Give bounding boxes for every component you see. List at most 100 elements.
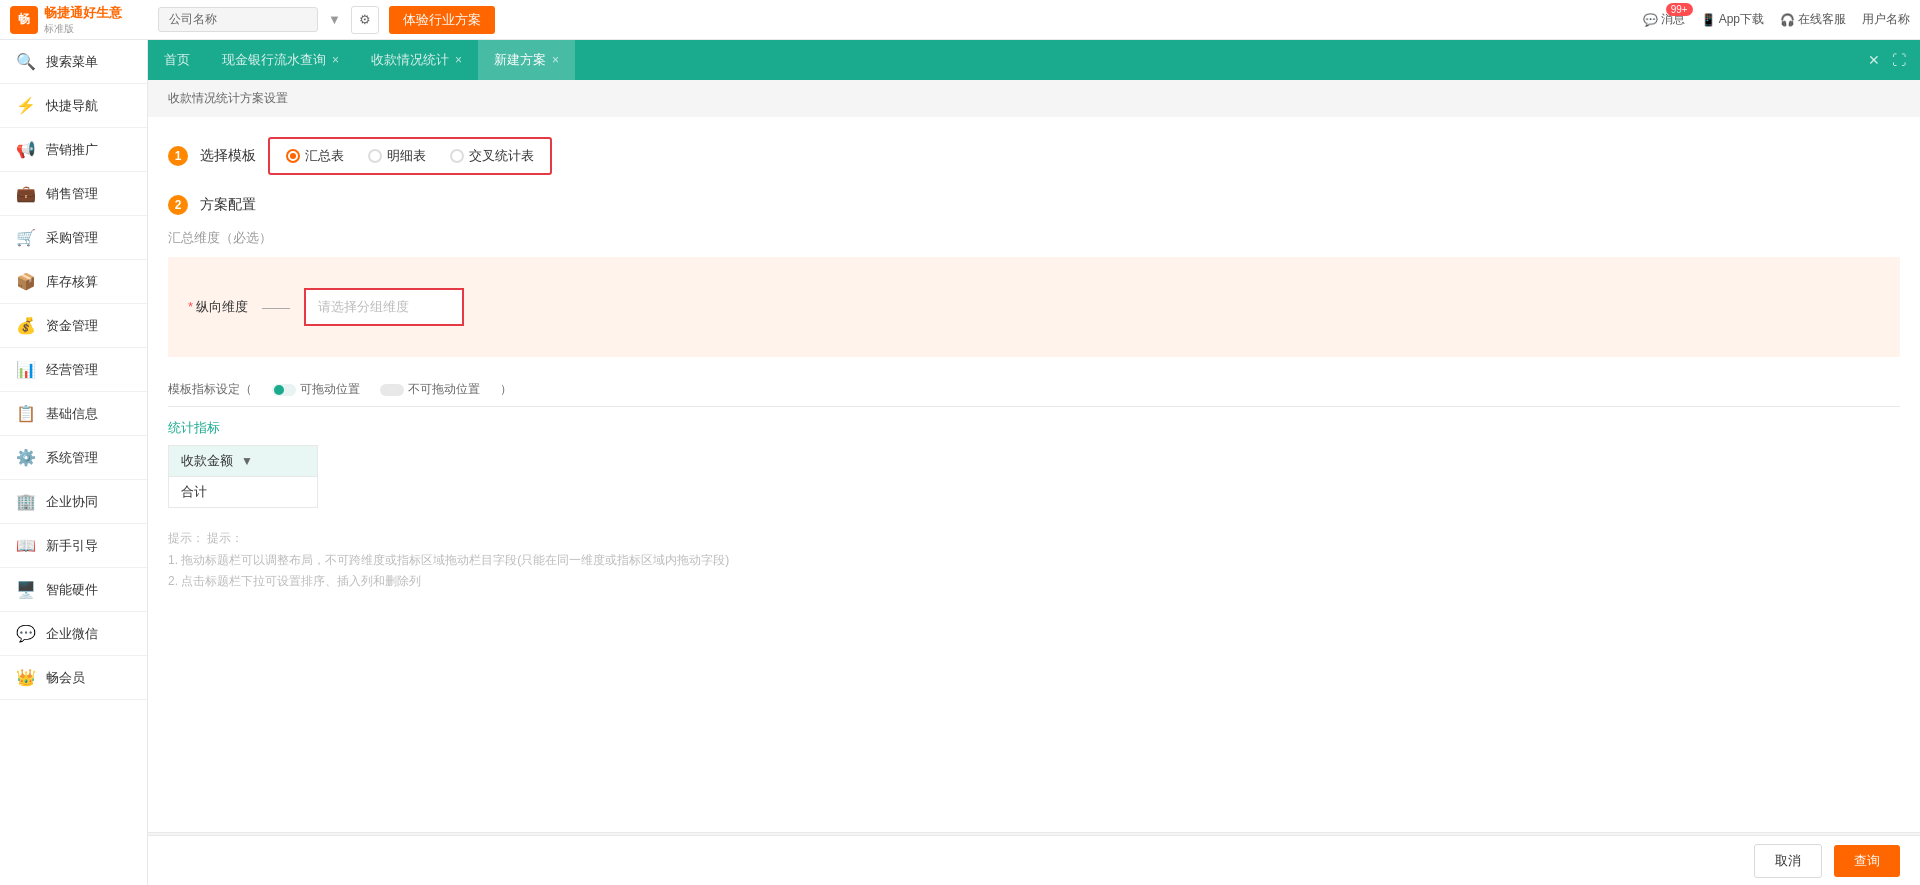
notification-button[interactable]: 💬 消息 99+ bbox=[1643, 11, 1685, 28]
tab-cashflow[interactable]: 现金银行流水查询 × bbox=[206, 40, 355, 80]
system-icon: ⚙️ bbox=[16, 448, 36, 467]
section2: 2 方案配置 汇总维度（必选） 纵向维度 —— 请选择分组维度 bbox=[168, 195, 1900, 593]
sidebar-item-basic-info[interactable]: 📋 基础信息 bbox=[0, 392, 147, 436]
sidebar-item-hardware[interactable]: 🖥️ 智能硬件 bbox=[0, 568, 147, 612]
tab-new-plan-label: 新建方案 bbox=[494, 51, 546, 69]
sidebar-item-search[interactable]: 🔍 搜索菜单 bbox=[0, 40, 147, 84]
no-drag-indicator-icon bbox=[380, 384, 404, 396]
tab-receipts-close[interactable]: × bbox=[455, 54, 462, 66]
radio-detail[interactable]: 明细表 bbox=[368, 147, 426, 165]
sidebar-item-purchase[interactable]: 🛒 采购管理 bbox=[0, 216, 147, 260]
sidebar-item-system[interactable]: ⚙️ 系统管理 bbox=[0, 436, 147, 480]
sidebar-item-wechat[interactable]: 💬 企业微信 bbox=[0, 612, 147, 656]
drag-dot bbox=[274, 385, 284, 395]
member-icon: 👑 bbox=[16, 668, 36, 687]
vertical-dim-row: 纵向维度 —— 请选择分组维度 bbox=[188, 288, 464, 326]
sidebar-label-inventory: 库存核算 bbox=[46, 273, 98, 291]
logo-icon: 畅 bbox=[10, 6, 38, 34]
section2-header: 2 方案配置 bbox=[168, 195, 1900, 215]
sidebar-item-marketing[interactable]: 📢 营销推广 bbox=[0, 128, 147, 172]
download-button[interactable]: 📱 App下载 bbox=[1701, 11, 1764, 28]
sidebar-label-finance: 资金管理 bbox=[46, 317, 98, 335]
notification-badge: 99+ bbox=[1666, 3, 1693, 16]
section1-number: 1 bbox=[168, 146, 188, 166]
breadcrumb: 收款情况统计方案设置 bbox=[148, 80, 1920, 117]
radio-crosstab-label: 交叉统计表 bbox=[469, 147, 534, 165]
sidebar-label-member: 畅会员 bbox=[46, 669, 85, 687]
tab-new-plan[interactable]: 新建方案 × bbox=[478, 40, 575, 80]
download-label: App下载 bbox=[1719, 11, 1764, 28]
radio-crosstab[interactable]: 交叉统计表 bbox=[450, 147, 534, 165]
tab-home-label: 首页 bbox=[164, 51, 190, 69]
dimension-area: 汇总维度（必选） 纵向维度 —— 请选择分组维度 bbox=[168, 229, 1900, 357]
sidebar-label-marketing: 营销推广 bbox=[46, 141, 98, 159]
finance-icon: 💰 bbox=[16, 316, 36, 335]
sidebar-label-hardware: 智能硬件 bbox=[46, 581, 98, 599]
tab-close-all-icon[interactable]: ✕ bbox=[1866, 50, 1882, 70]
logo-text: 畅捷通好生意 bbox=[44, 4, 122, 22]
sidebar-label-purchase: 采购管理 bbox=[46, 229, 98, 247]
metrics-table: 收款金额 ▼ 合计 bbox=[168, 445, 318, 508]
vertical-dim-label: 纵向维度 bbox=[188, 298, 248, 316]
draggable-badge: 可拖动位置 bbox=[272, 381, 360, 398]
sidebar-item-sales[interactable]: 💼 销售管理 bbox=[0, 172, 147, 216]
lightning-icon: ⚡ bbox=[16, 96, 36, 115]
radio-detail-label: 明细表 bbox=[387, 147, 426, 165]
radio-summary-label: 汇总表 bbox=[305, 147, 344, 165]
metrics-col-dropdown-icon[interactable]: ▼ bbox=[241, 454, 253, 468]
query-button[interactable]: 查询 bbox=[1834, 845, 1900, 877]
section1-title: 选择模板 bbox=[200, 147, 256, 165]
radio-summary-circle bbox=[286, 149, 300, 163]
tab-cashflow-close[interactable]: × bbox=[332, 54, 339, 66]
no-drag-badge: 不可拖动位置 bbox=[380, 381, 480, 398]
tab-receipts-label: 收款情况统计 bbox=[371, 51, 449, 69]
radio-summary[interactable]: 汇总表 bbox=[286, 147, 344, 165]
settings-button[interactable]: ⚙ bbox=[351, 6, 379, 34]
tips-title: 提示： bbox=[168, 531, 204, 545]
metrics-col-header[interactable]: 收款金额 ▼ bbox=[169, 446, 317, 477]
metrics-setting-label-prefix: 模板指标设定（ bbox=[168, 381, 252, 398]
radio-detail-circle bbox=[368, 149, 382, 163]
management-icon: 📊 bbox=[16, 360, 36, 379]
top-header: 畅 畅捷通好生意 标准版 公司名称 ▼ ⚙ 体验行业方案 💬 消息 99+ 📱 … bbox=[0, 0, 1920, 40]
logo-badge: 标准版 bbox=[44, 22, 122, 36]
template-radio-group: 汇总表 明细表 交叉统计表 bbox=[268, 137, 552, 175]
sidebar-item-management[interactable]: 📊 经营管理 bbox=[0, 348, 147, 392]
sidebar-item-finance[interactable]: 💰 资金管理 bbox=[0, 304, 147, 348]
sidebar-label-wechat: 企业微信 bbox=[46, 625, 98, 643]
cancel-button[interactable]: 取消 bbox=[1754, 844, 1822, 878]
guide-icon: 📖 bbox=[16, 536, 36, 555]
tab-receipts[interactable]: 收款情况统计 × bbox=[355, 40, 478, 80]
sidebar-label-enterprise: 企业协同 bbox=[46, 493, 98, 511]
tab-new-plan-close[interactable]: × bbox=[552, 54, 559, 66]
tab-expand-icon[interactable]: ⛶ bbox=[1890, 50, 1908, 70]
sidebar-item-member[interactable]: 👑 畅会员 bbox=[0, 656, 147, 700]
wechat-icon: 💬 bbox=[16, 624, 36, 643]
grouping-dimension-select[interactable]: 请选择分组维度 bbox=[304, 288, 464, 326]
sidebar-label-sales: 销售管理 bbox=[46, 185, 98, 203]
drag-indicator-icon bbox=[272, 384, 296, 396]
company-dropdown-icon[interactable]: ▼ bbox=[328, 12, 341, 27]
sidebar-label-basic-info: 基础信息 bbox=[46, 405, 98, 423]
tab-home[interactable]: 首页 bbox=[148, 40, 206, 80]
company-name-display[interactable]: 公司名称 bbox=[158, 7, 318, 32]
metrics-setting-header: 模板指标设定（ 可拖动位置 不可拖动位置 ） bbox=[168, 381, 1900, 407]
sidebar-label-search: 搜索菜单 bbox=[46, 53, 98, 71]
sidebar-item-inventory[interactable]: 📦 库存核算 bbox=[0, 260, 147, 304]
sidebar-item-quicknav[interactable]: ⚡ 快捷导航 bbox=[0, 84, 147, 128]
sales-icon: 💼 bbox=[16, 184, 36, 203]
sidebar-item-guide[interactable]: 📖 新手引导 bbox=[0, 524, 147, 568]
tab-bar: 首页 现金银行流水查询 × 收款情况统计 × 新建方案 × ✕ ⛶ bbox=[148, 40, 1920, 80]
trial-button[interactable]: 体验行业方案 bbox=[389, 6, 495, 34]
sidebar-item-enterprise[interactable]: 🏢 企业协同 bbox=[0, 480, 147, 524]
user-name[interactable]: 用户名称 bbox=[1862, 11, 1910, 28]
sidebar-label-guide: 新手引导 bbox=[46, 537, 98, 555]
dimension-group-label: 汇总维度（必选） bbox=[168, 229, 1900, 247]
inventory-icon: 📦 bbox=[16, 272, 36, 291]
headset-icon: 🎧 bbox=[1780, 13, 1795, 27]
service-button[interactable]: 🎧 在线客服 bbox=[1780, 11, 1846, 28]
header-middle: 公司名称 ▼ ⚙ 体验行业方案 bbox=[158, 6, 1643, 34]
purchase-icon: 🛒 bbox=[16, 228, 36, 247]
metrics-row-total: 合计 bbox=[169, 477, 317, 507]
tip2-text: 2. 点击标题栏下拉可设置排序、插入列和删除列 bbox=[168, 571, 1900, 593]
